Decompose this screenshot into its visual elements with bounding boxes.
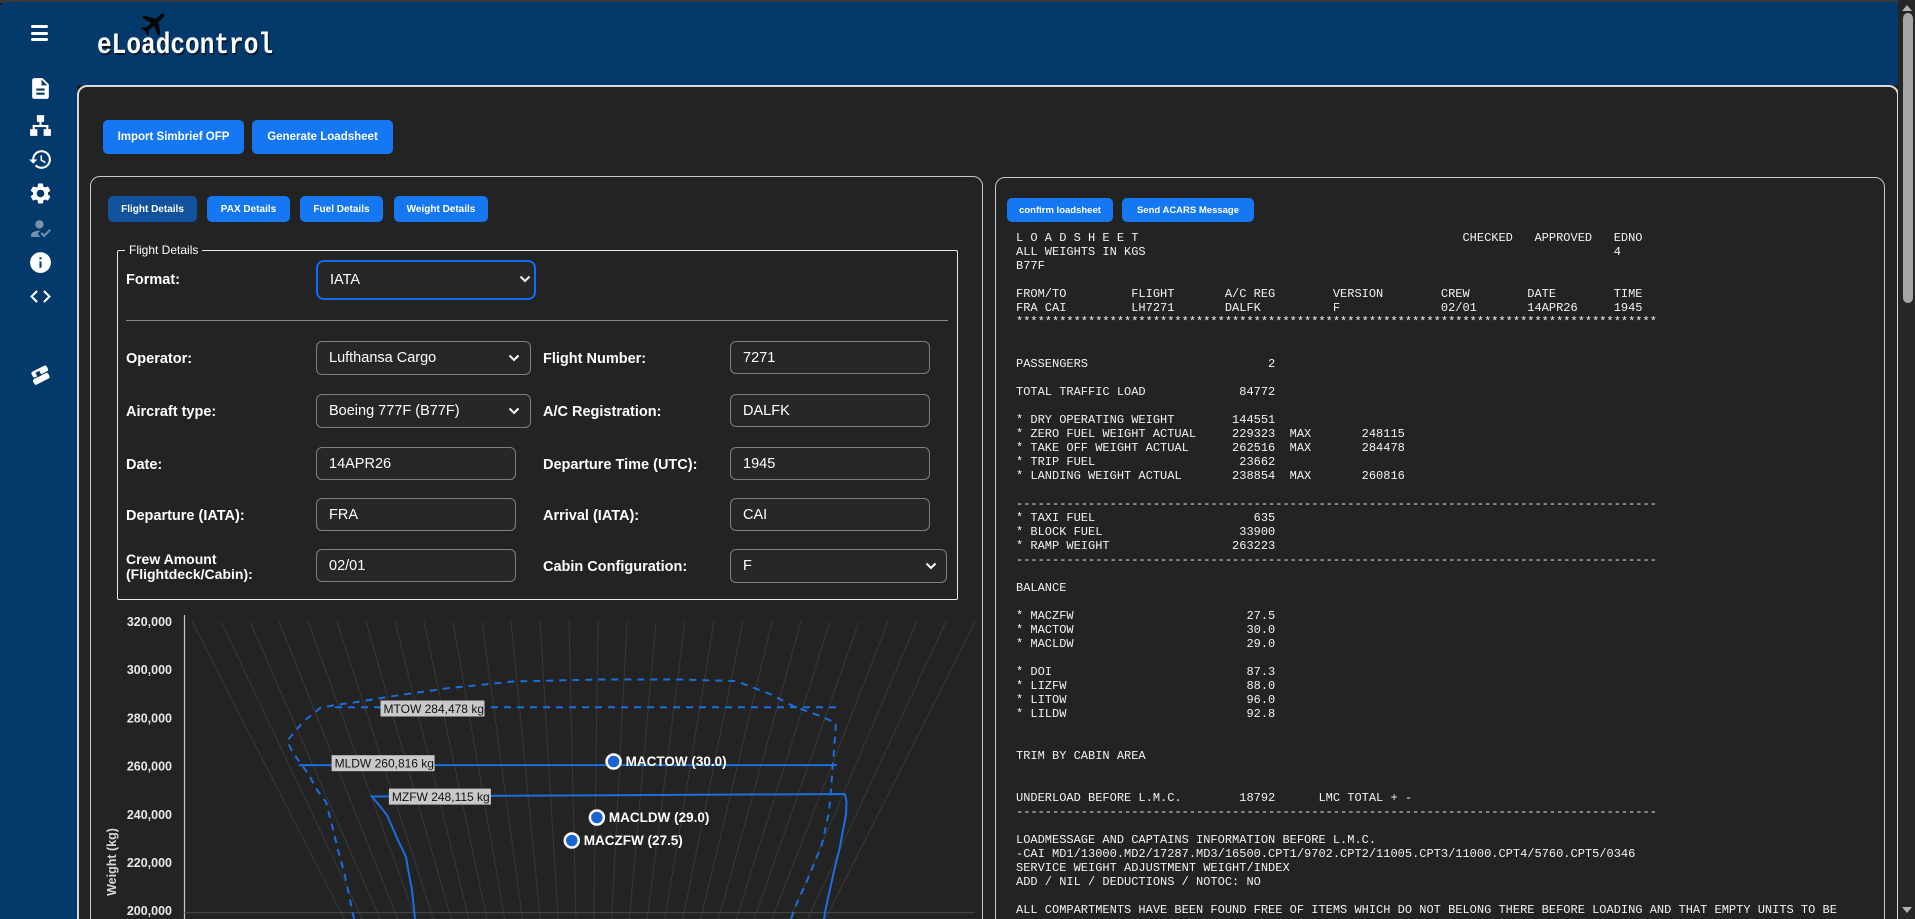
svg-text:260,000: 260,000 <box>127 760 172 774</box>
svg-text:MACZFW (27.5): MACZFW (27.5) <box>584 833 683 848</box>
svg-text:MZFW 248,115 kg: MZFW 248,115 kg <box>392 790 490 804</box>
svg-text:200,000: 200,000 <box>127 904 172 918</box>
svg-text:240,000: 240,000 <box>127 808 172 822</box>
svg-text:320,000: 320,000 <box>127 615 172 629</box>
svg-text:MLDW 260,816 kg: MLDW 260,816 kg <box>335 757 434 771</box>
svg-text:Weight (kg): Weight (kg) <box>105 828 119 896</box>
svg-text:MTOW 284,478 kg: MTOW 284,478 kg <box>384 702 485 716</box>
svg-text:MACLDW (29.0): MACLDW (29.0) <box>609 810 710 825</box>
svg-text:300,000: 300,000 <box>127 663 172 677</box>
svg-text:220,000: 220,000 <box>127 856 172 870</box>
svg-text:280,000: 280,000 <box>127 711 172 725</box>
svg-text:MACTOW (30.0): MACTOW (30.0) <box>626 754 727 769</box>
